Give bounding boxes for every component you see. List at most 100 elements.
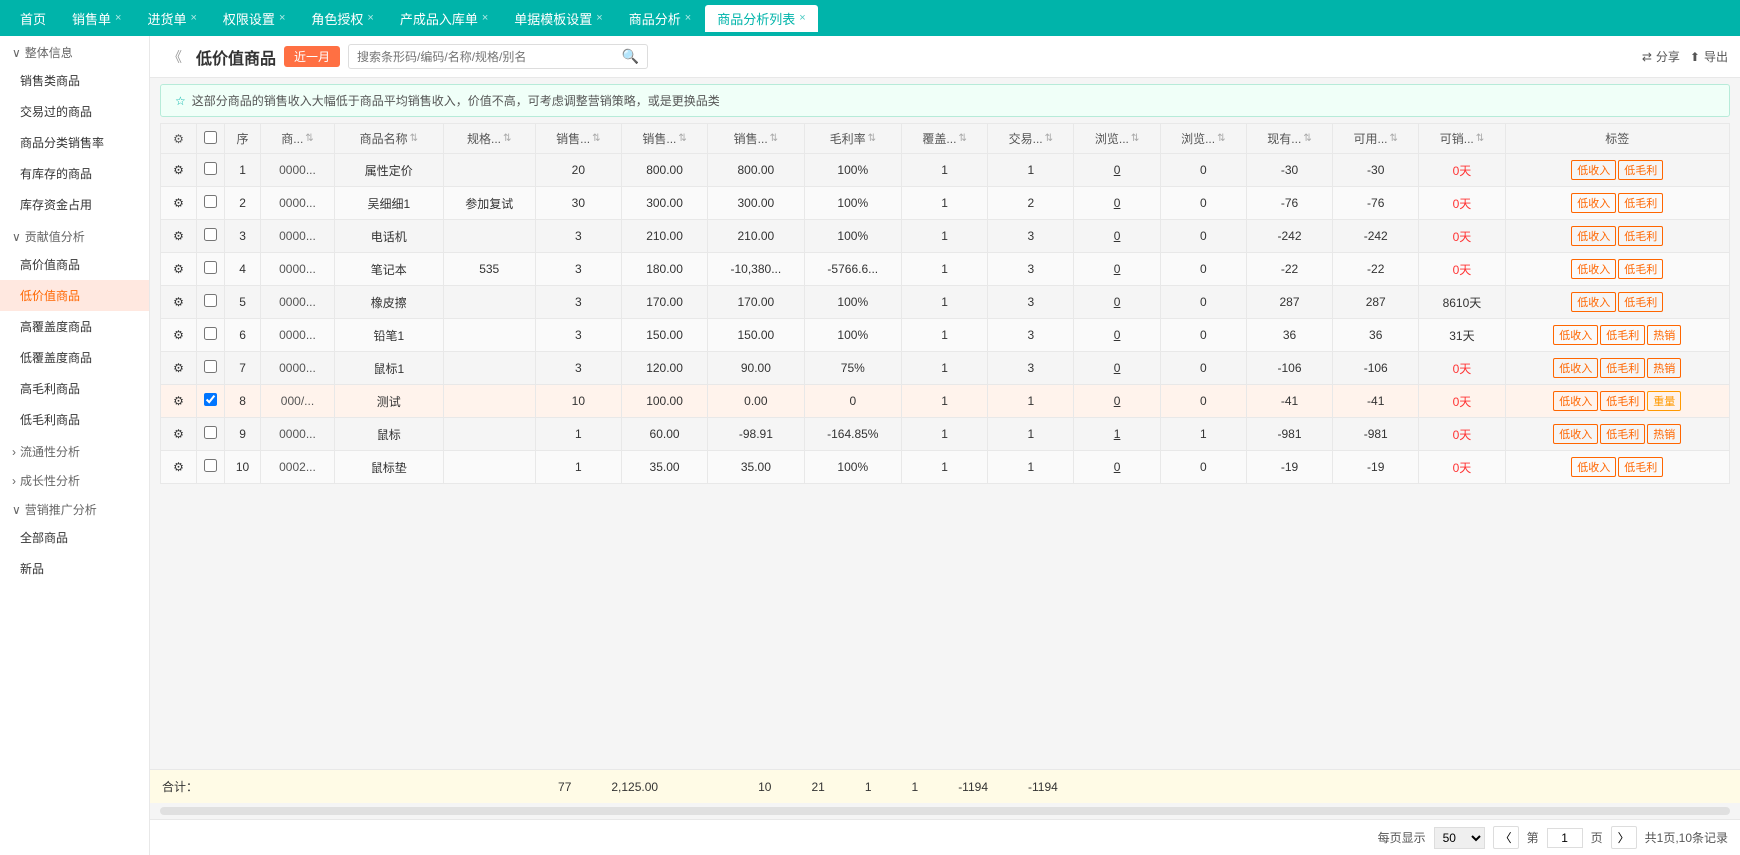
sidebar-item-category-sales-rate[interactable]: 商品分类销售率 [0,127,149,158]
nav-role[interactable]: 角色授权 × [299,5,385,32]
column-sales2[interactable]: 销售... ⇅ [621,124,707,154]
table-container[interactable]: ⚙ 序 商... ⇅ 商品名称 ⇅ 规格... ⇅ 销售... ⇅ 销售... … [150,123,1740,769]
horizontal-scrollbar[interactable] [160,807,1730,815]
browse1-cell[interactable]: 0 [1074,187,1160,220]
column-name[interactable]: 商品名称 ⇅ [334,124,443,154]
gear-cell[interactable]: ⚙ [161,418,197,451]
browse1-link[interactable]: 0 [1114,229,1121,243]
sidebar-item-traded-products[interactable]: 交易过的商品 [0,96,149,127]
search-input[interactable] [357,50,618,64]
browse1-cell[interactable]: 1 [1074,418,1160,451]
column-gross[interactable]: 毛利率 ⇅ [804,124,901,154]
browse1-link[interactable]: 0 [1114,328,1121,342]
share-button[interactable]: ⇄ 分享 [1642,48,1680,65]
checkbox-cell[interactable] [197,385,225,418]
browse1-cell[interactable]: 0 [1074,352,1160,385]
sidebar-item-low-profit[interactable]: 低毛利商品 [0,404,149,435]
close-icon[interactable]: × [367,12,373,24]
row-checkbox[interactable] [204,294,217,307]
browse1-cell[interactable]: 0 [1074,253,1160,286]
sidebar-section-growth[interactable]: › 成长性分析 [0,464,149,493]
browse1-cell[interactable]: 0 [1074,319,1160,352]
next-page-button[interactable]: 〉 [1611,826,1637,849]
browse1-link[interactable]: 0 [1114,196,1121,210]
sidebar-section-contribution[interactable]: ∨ 贡献值分析 [0,220,149,249]
gear-cell[interactable]: ⚙ [161,286,197,319]
row-checkbox[interactable] [204,261,217,274]
select-all-checkbox[interactable] [204,131,217,144]
nav-product-storage[interactable]: 产成品入库单 × [388,5,500,32]
sidebar-item-low-value[interactable]: 低价值商品 [0,280,149,311]
prev-page-button[interactable]: 〈 [1493,826,1519,849]
browse1-cell[interactable]: 0 [1074,385,1160,418]
column-spec[interactable]: 规格... ⇅ [443,124,535,154]
gear-cell[interactable]: ⚙ [161,319,197,352]
column-sales1[interactable]: 销售... ⇅ [535,124,621,154]
row-checkbox[interactable] [204,228,217,241]
browse1-cell[interactable]: 0 [1074,451,1160,484]
sidebar-item-high-coverage[interactable]: 高覆盖度商品 [0,311,149,342]
page-number-input[interactable] [1547,828,1583,848]
column-browse1[interactable]: 浏览... ⇅ [1074,124,1160,154]
column-browse2[interactable]: 浏览... ⇅ [1160,124,1246,154]
column-checkbox[interactable] [197,124,225,154]
column-trade[interactable]: 交易... ⇅ [988,124,1074,154]
row-checkbox[interactable] [204,195,217,208]
sidebar-item-high-profit[interactable]: 高毛利商品 [0,373,149,404]
gear-cell[interactable]: ⚙ [161,451,197,484]
close-icon[interactable]: × [279,12,285,24]
column-saleable[interactable]: 可销... ⇅ [1419,124,1505,154]
row-checkbox[interactable] [204,360,217,373]
nav-permissions[interactable]: 权限设置 × [211,5,297,32]
close-icon[interactable]: × [685,12,691,24]
nav-purchase[interactable]: 进货单 × [135,5,208,32]
column-usable[interactable]: 可用... ⇅ [1333,124,1419,154]
row-checkbox[interactable] [204,393,217,406]
close-icon[interactable]: × [799,12,805,24]
browse1-link[interactable]: 0 [1114,163,1121,177]
nav-home[interactable]: 首页 [8,5,58,32]
checkbox-cell[interactable] [197,220,225,253]
sidebar-section-marketing[interactable]: ∨ 营销推广分析 [0,493,149,522]
column-code[interactable]: 商... ⇅ [261,124,335,154]
gear-cell[interactable]: ⚙ [161,187,197,220]
column-gear[interactable]: ⚙ [161,124,197,154]
gear-cell[interactable]: ⚙ [161,385,197,418]
nav-product-analysis[interactable]: 商品分析 × [617,5,703,32]
close-icon[interactable]: × [115,12,121,24]
sidebar-section-liquidity[interactable]: › 流通性分析 [0,435,149,464]
nav-sales[interactable]: 销售单 × [60,5,133,32]
gear-cell[interactable]: ⚙ [161,352,197,385]
checkbox-cell[interactable] [197,154,225,187]
row-checkbox[interactable] [204,459,217,472]
row-checkbox[interactable] [204,426,217,439]
checkbox-cell[interactable] [197,451,225,484]
search-icon[interactable]: 🔍 [622,48,639,65]
column-cover[interactable]: 覆盖... ⇅ [902,124,988,154]
checkbox-cell[interactable] [197,319,225,352]
row-checkbox[interactable] [204,162,217,175]
browse1-cell[interactable]: 0 [1074,220,1160,253]
sidebar-section-overall[interactable]: ∨ 整体信息 [0,36,149,65]
checkbox-cell[interactable] [197,286,225,319]
browse1-link[interactable]: 0 [1114,394,1121,408]
row-checkbox[interactable] [204,327,217,340]
browse1-link[interactable]: 0 [1114,262,1121,276]
export-button[interactable]: ⬆ 导出 [1690,48,1728,65]
checkbox-cell[interactable] [197,352,225,385]
nav-analysis-list[interactable]: 商品分析列表 × [705,5,817,32]
checkbox-cell[interactable] [197,187,225,220]
column-current[interactable]: 现有... ⇅ [1246,124,1332,154]
gear-cell[interactable]: ⚙ [161,154,197,187]
close-icon[interactable]: × [596,12,602,24]
filter-time-button[interactable]: 近一月 [284,46,340,67]
column-sales3[interactable]: 销售... ⇅ [708,124,804,154]
browse1-link[interactable]: 0 [1114,295,1121,309]
browse1-cell[interactable]: 0 [1074,286,1160,319]
sidebar-item-stock-products[interactable]: 有库存的商品 [0,158,149,189]
close-icon[interactable]: × [482,12,488,24]
browse1-cell[interactable]: 0 [1074,154,1160,187]
sidebar-item-high-value[interactable]: 高价值商品 [0,249,149,280]
nav-template[interactable]: 单据模板设置 × [502,5,614,32]
collapse-button[interactable]: 《 [162,45,188,69]
